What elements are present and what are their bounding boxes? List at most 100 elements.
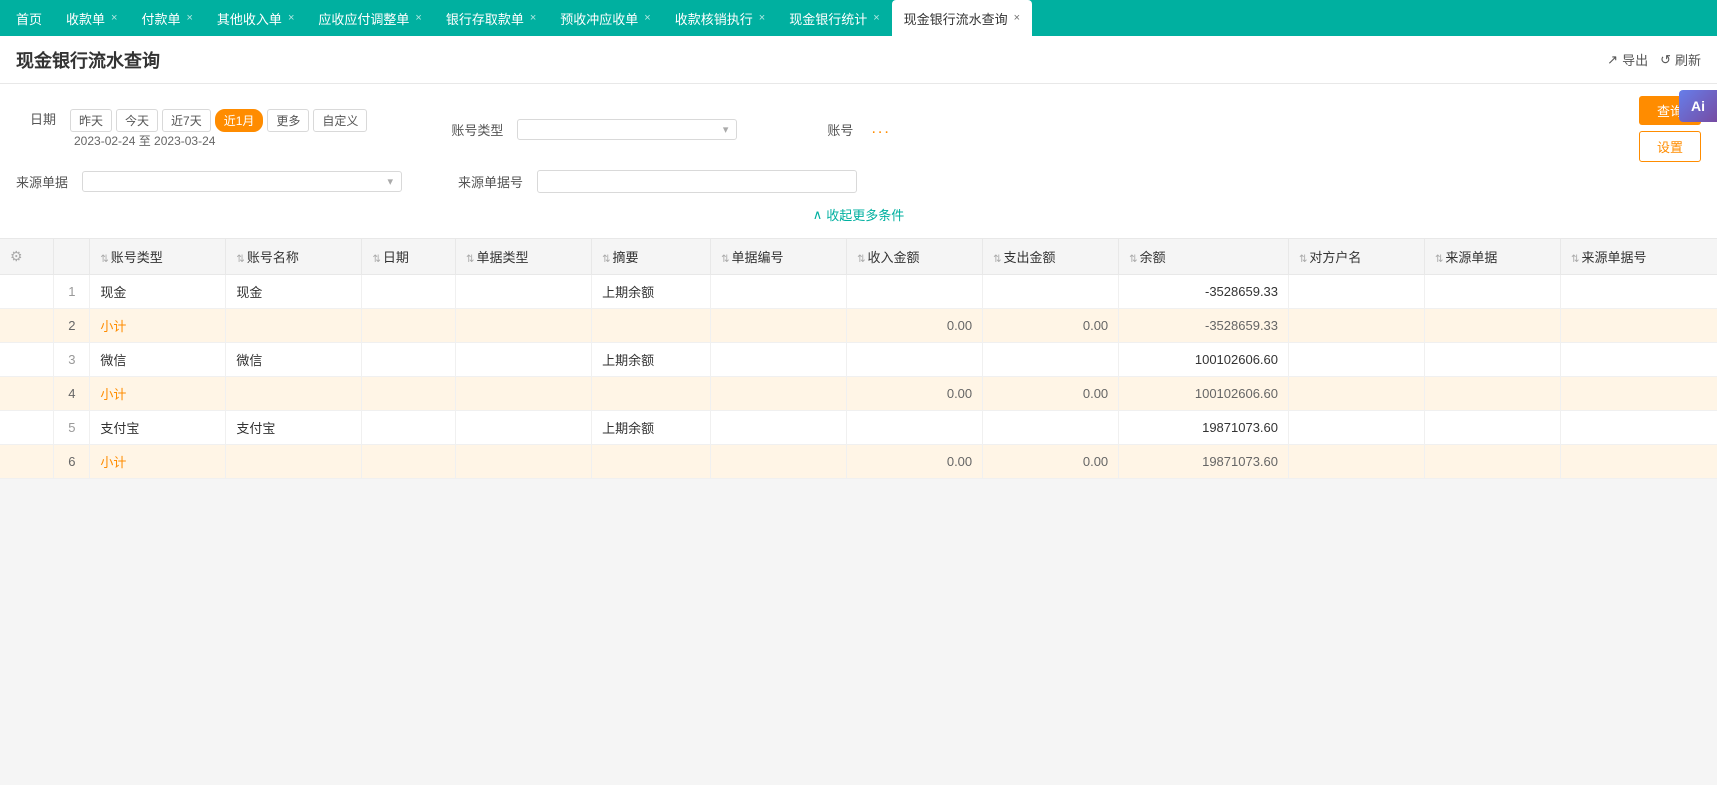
cell-counterpart bbox=[1289, 377, 1425, 411]
export-button[interactable]: ↗ 导出 bbox=[1607, 50, 1648, 69]
collapse-bar[interactable]: ∧ 收起更多条件 bbox=[16, 201, 1701, 226]
col-header-income[interactable]: ⇅收入金额 bbox=[847, 239, 983, 275]
cell-doc_no bbox=[711, 343, 847, 377]
col-header-source_doc[interactable]: ⇅来源单据 bbox=[1425, 239, 1561, 275]
collapse-up-icon: ∧ bbox=[813, 207, 823, 223]
refresh-button[interactable]: ↺ 刷新 bbox=[1660, 50, 1701, 69]
page-title: 现金银行流水查询 bbox=[16, 47, 160, 73]
date-btn-近1月[interactable]: 近1月 bbox=[215, 109, 264, 132]
nav-item-预收冲应收单[interactable]: 预收冲应收单× bbox=[548, 0, 662, 36]
source-doc-no-input[interactable] bbox=[537, 170, 857, 193]
close-icon[interactable]: × bbox=[530, 12, 536, 24]
source-doc-select[interactable]: ▾ bbox=[82, 171, 402, 192]
table-row: 1现金现金上期余额-3528659.33 bbox=[0, 275, 1717, 309]
nav-item-收款单[interactable]: 收款单× bbox=[54, 0, 129, 36]
cell-balance: -3528659.33 bbox=[1119, 309, 1289, 343]
col-header-account_name[interactable]: ⇅账号名称 bbox=[226, 239, 362, 275]
col-header-source_doc_no[interactable]: ⇅来源单据号 bbox=[1561, 239, 1717, 275]
date-btn-今天[interactable]: 今天 bbox=[116, 109, 158, 132]
cell-no: 4 bbox=[54, 377, 90, 411]
filter-area: 日期 昨天今天近7天近1月更多自定义 2023-02-24 至 2023-03-… bbox=[0, 84, 1717, 239]
gear-icon[interactable]: ⚙ bbox=[10, 248, 23, 264]
cell-account_name bbox=[226, 377, 362, 411]
table-row: 2小计0.000.00-3528659.33 bbox=[0, 309, 1717, 343]
page-header: 现金银行流水查询 ↗ 导出 ↺ 刷新 bbox=[0, 36, 1717, 84]
account-type-label: 账号类型 bbox=[443, 120, 503, 139]
cell-source_doc_no bbox=[1561, 445, 1717, 479]
cell-summary bbox=[592, 377, 711, 411]
cell-doc_type bbox=[456, 343, 592, 377]
col-header-account_type[interactable]: ⇅账号类型 bbox=[90, 239, 226, 275]
nav-item-其他收入单[interactable]: 其他收入单× bbox=[205, 0, 306, 36]
close-icon[interactable]: × bbox=[186, 12, 192, 24]
cell-expense bbox=[983, 343, 1119, 377]
col-header-counterpart[interactable]: ⇅对方户名 bbox=[1289, 239, 1425, 275]
sort-icon: ⇅ bbox=[993, 254, 1001, 265]
close-icon[interactable]: × bbox=[111, 12, 117, 24]
chevron-down-icon: ▾ bbox=[723, 123, 729, 136]
cell-source_doc bbox=[1425, 377, 1561, 411]
nav-item-付款单[interactable]: 付款单× bbox=[129, 0, 204, 36]
close-icon[interactable]: × bbox=[415, 12, 421, 24]
close-icon[interactable]: × bbox=[1014, 12, 1020, 24]
nav-item-应收应付调整单[interactable]: 应收应付调整单× bbox=[306, 0, 433, 36]
sort-icon: ⇅ bbox=[466, 254, 474, 265]
close-icon[interactable]: × bbox=[759, 12, 765, 24]
cell-no: 5 bbox=[54, 411, 90, 445]
col-header-balance[interactable]: ⇅余额 bbox=[1119, 239, 1289, 275]
cell-date bbox=[362, 445, 456, 479]
nav-item-银行存取款单[interactable]: 银行存取款单× bbox=[434, 0, 548, 36]
cell-expense: 0.00 bbox=[983, 309, 1119, 343]
account-filter: 账号 ... bbox=[813, 120, 894, 139]
cell-gear bbox=[0, 309, 54, 343]
cell-income bbox=[847, 343, 983, 377]
cell-source_doc_no bbox=[1561, 309, 1717, 343]
close-icon[interactable]: × bbox=[288, 12, 294, 24]
cell-no: 6 bbox=[54, 445, 90, 479]
nav-item-首页[interactable]: 首页 bbox=[4, 0, 54, 36]
date-btn-自定义[interactable]: 自定义 bbox=[313, 109, 367, 132]
sort-icon: ⇅ bbox=[1299, 254, 1307, 265]
cell-doc_type bbox=[456, 445, 592, 479]
cell-balance: -3528659.33 bbox=[1119, 275, 1289, 309]
cell-source_doc_no bbox=[1561, 275, 1717, 309]
dots-button[interactable]: ... bbox=[867, 120, 894, 138]
account-type-select[interactable]: ▾ bbox=[517, 119, 737, 140]
cell-counterpart bbox=[1289, 445, 1425, 479]
col-header-summary[interactable]: ⇅摘要 bbox=[592, 239, 711, 275]
cell-balance: 19871073.60 bbox=[1119, 411, 1289, 445]
col-header-no[interactable] bbox=[54, 239, 90, 275]
nav-item-收款核销执行[interactable]: 收款核销执行× bbox=[663, 0, 777, 36]
sort-icon: ⇅ bbox=[1129, 254, 1137, 265]
col-header-expense[interactable]: ⇅支出金额 bbox=[983, 239, 1119, 275]
close-icon[interactable]: × bbox=[873, 12, 879, 24]
cell-account_type: 支付宝 bbox=[90, 411, 226, 445]
cell-balance: 100102606.60 bbox=[1119, 343, 1289, 377]
cell-account_name: 现金 bbox=[226, 275, 362, 309]
date-btn-近7天[interactable]: 近7天 bbox=[162, 109, 211, 132]
cell-source_doc bbox=[1425, 275, 1561, 309]
col-header-doc_type[interactable]: ⇅单据类型 bbox=[456, 239, 592, 275]
cell-date bbox=[362, 275, 456, 309]
cell-account_type: 微信 bbox=[90, 343, 226, 377]
col-header-gear[interactable]: ⚙ bbox=[0, 239, 54, 275]
cell-date bbox=[362, 411, 456, 445]
date-btn-更多[interactable]: 更多 bbox=[267, 109, 309, 132]
sort-icon: ⇅ bbox=[602, 254, 610, 265]
cell-expense bbox=[983, 411, 1119, 445]
close-icon[interactable]: × bbox=[644, 12, 650, 24]
cell-date bbox=[362, 343, 456, 377]
cell-date bbox=[362, 377, 456, 411]
nav-item-现金银行统计[interactable]: 现金银行统计× bbox=[777, 0, 891, 36]
settings-button[interactable]: 设置 bbox=[1639, 131, 1701, 162]
cell-account_name bbox=[226, 309, 362, 343]
sort-icon: ⇅ bbox=[1435, 254, 1443, 265]
date-btn-昨天[interactable]: 昨天 bbox=[70, 109, 112, 132]
data-table: ⚙ ⇅账号类型⇅账号名称⇅日期⇅单据类型⇅摘要⇅单据编号⇅收入金额⇅支出金额⇅余额… bbox=[0, 239, 1717, 479]
cell-income bbox=[847, 275, 983, 309]
col-header-doc_no[interactable]: ⇅单据编号 bbox=[711, 239, 847, 275]
col-header-date[interactable]: ⇅日期 bbox=[362, 239, 456, 275]
ai-badge[interactable]: Ai bbox=[1679, 90, 1717, 122]
nav-item-现金银行流水查询[interactable]: 现金银行流水查询× bbox=[892, 0, 1032, 36]
date-range: 2023-02-24 至 2023-03-24 bbox=[74, 132, 367, 149]
